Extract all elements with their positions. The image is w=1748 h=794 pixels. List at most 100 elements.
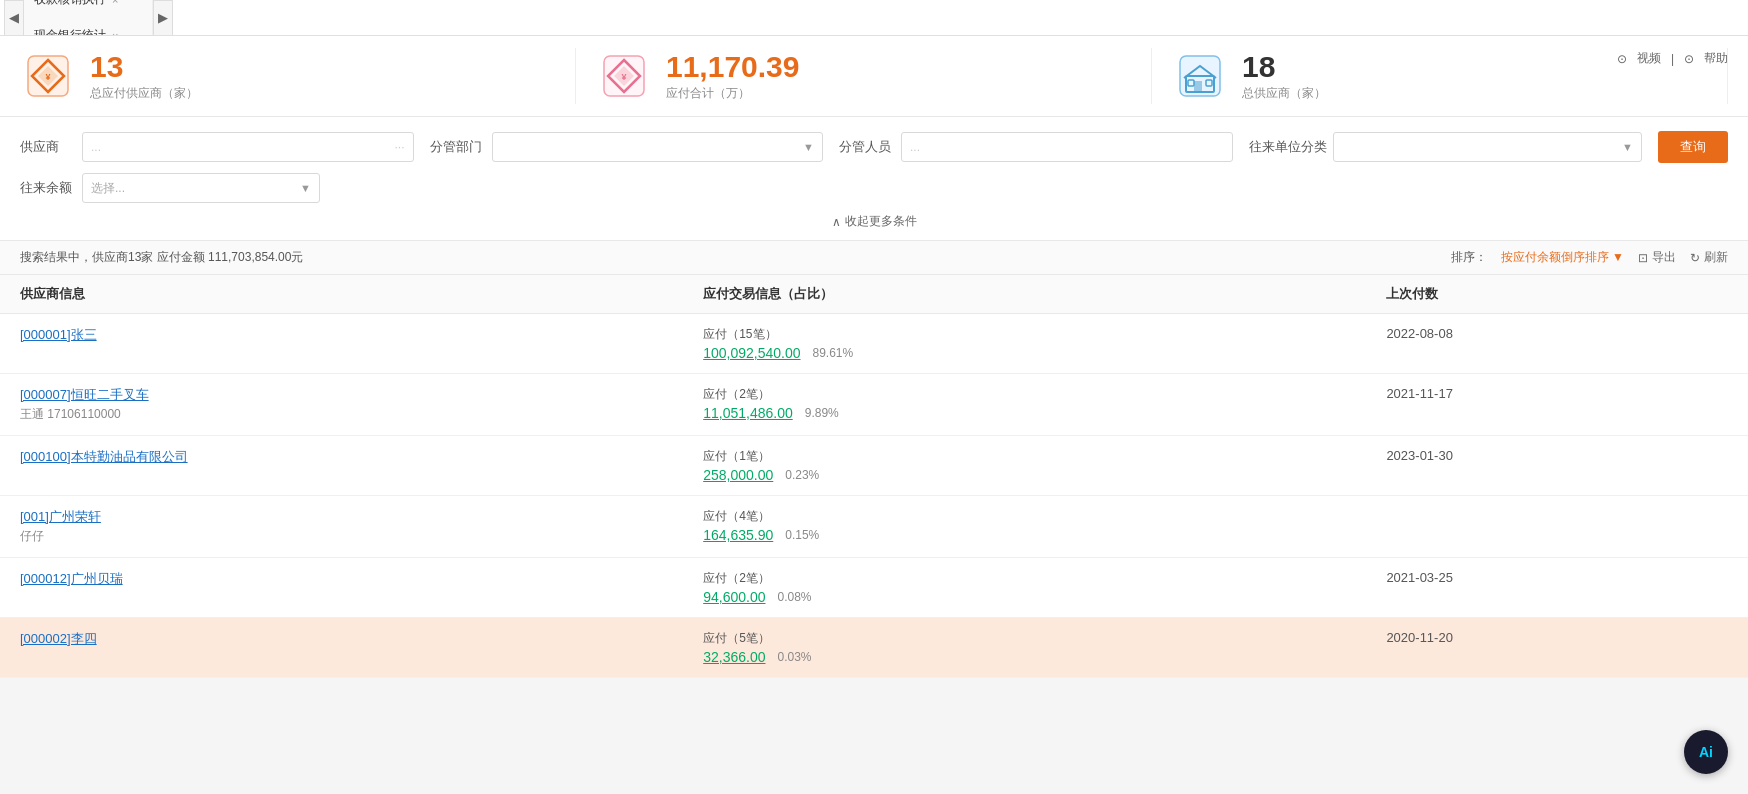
- balance-arrow-icon: ▼: [300, 182, 311, 194]
- video-icon: ⊙: [1617, 52, 1627, 66]
- stat-payable-amount-content: 11,170.39 应付合计（万）: [666, 50, 799, 102]
- txn-row-6: 32,366.00 0.03%: [703, 649, 1386, 665]
- supplier-label: 供应商: [20, 138, 76, 156]
- supplier-info-2: [000007]恒旺二手叉车王通 17106110000: [20, 386, 703, 423]
- txn-info-4: 应付（4笔） 164,635.90 0.15%: [703, 508, 1386, 543]
- txn-info-6: 应付（5笔） 32,366.00 0.03%: [703, 630, 1386, 665]
- diamond-pink-icon: ¥: [596, 48, 652, 104]
- sort-value[interactable]: 按应付余额倒序排序 ▼: [1501, 249, 1624, 266]
- col-supplier-info: 供应商信息: [20, 285, 703, 303]
- txn-row-1: 100,092,540.00 89.61%: [703, 345, 1386, 361]
- person-input[interactable]: ...: [901, 132, 1233, 162]
- sort-label: 排序：: [1451, 249, 1487, 266]
- export-icon: ⊡: [1638, 251, 1648, 265]
- collapse-up-icon: ∧: [832, 215, 841, 229]
- table-row-6: [000002]李四 应付（5笔） 32,366.00 0.03% 2020-1…: [0, 618, 1748, 678]
- txn-pct-1: 89.61%: [813, 346, 854, 360]
- supplier-info-1: [000001]张三: [20, 326, 703, 344]
- export-button[interactable]: ⊡ 导出: [1638, 249, 1676, 266]
- supplier-link-6[interactable]: [000002]李四: [20, 631, 97, 646]
- nav-tab-receipt-verify[interactable]: 收款核销执行 ×: [24, 0, 153, 18]
- nav-next-arrow[interactable]: ▶: [153, 0, 173, 36]
- table-container: 供应商信息 应付交易信息（占比） 上次付数 [000001]张三 应付（15笔）…: [0, 275, 1748, 678]
- nav-prev-arrow[interactable]: ◀: [4, 0, 24, 36]
- balance-select[interactable]: 选择... ▼: [82, 173, 320, 203]
- txn-amount-5[interactable]: 94,600.00: [703, 589, 765, 605]
- svg-text:¥: ¥: [621, 72, 626, 82]
- last-pay-1: 2022-08-08: [1386, 326, 1728, 341]
- export-label: 导出: [1652, 249, 1676, 266]
- supplier-info-6: [000002]李四: [20, 630, 703, 648]
- supplier-link-4[interactable]: [001]广州荣轩: [20, 509, 101, 524]
- supplier-more-icon: ···: [394, 140, 404, 154]
- person-label: 分管人员: [839, 138, 895, 156]
- stat-payable-amount: ¥ 11,170.39 应付合计（万）: [576, 48, 1152, 104]
- video-link[interactable]: 视频: [1637, 50, 1661, 67]
- filter-balance: 往来余额 选择... ▼: [20, 173, 320, 203]
- txn-amount-1[interactable]: 100,092,540.00: [703, 345, 800, 361]
- category-select[interactable]: ▼: [1333, 132, 1643, 162]
- txn-row-3: 258,000.00 0.23%: [703, 467, 1386, 483]
- person-placeholder: ...: [910, 140, 920, 154]
- table-body: [000001]张三 应付（15笔） 100,092,540.00 89.61%…: [0, 314, 1748, 678]
- txn-pct-4: 0.15%: [785, 528, 819, 542]
- txn-label-5: 应付（2笔）: [703, 570, 1386, 587]
- help-link[interactable]: 帮助: [1704, 50, 1728, 67]
- txn-info-5: 应付（2笔） 94,600.00 0.08%: [703, 570, 1386, 605]
- supplier-sub-4: 仔仔: [20, 528, 703, 545]
- stat-payable-suppliers-content: 13 总应付供应商（家）: [90, 50, 198, 102]
- last-pay-3: 2023-01-30: [1386, 448, 1728, 463]
- txn-amount-2[interactable]: 11,051,486.00: [703, 405, 793, 421]
- txn-amount-6[interactable]: 32,366.00: [703, 649, 765, 665]
- last-pay-6: 2020-11-20: [1386, 630, 1728, 645]
- divider: |: [1671, 52, 1674, 66]
- nav-tab-cash-bank-stat[interactable]: 现金银行统计×: [24, 18, 153, 37]
- txn-row-4: 164,635.90 0.15%: [703, 527, 1386, 543]
- refresh-label: 刷新: [1704, 249, 1728, 266]
- table-row-4: [001]广州荣轩仔仔 应付（4笔） 164,635.90 0.15%: [0, 496, 1748, 558]
- txn-info-2: 应付（2笔） 11,051,486.00 9.89%: [703, 386, 1386, 421]
- txn-amount-4[interactable]: 164,635.90: [703, 527, 773, 543]
- filter-category: 往来单位分类 ▼: [1249, 132, 1643, 162]
- stat-payable-suppliers-label: 总应付供应商（家）: [90, 85, 198, 102]
- top-right-links: ⊙ 视频 | ⊙ 帮助: [1617, 50, 1728, 67]
- txn-pct-2: 9.89%: [805, 406, 839, 420]
- nav-tabs: 首页×其他收入单×应收应付调整单×银行存取款单×预收冲应收单×收款核销执行×现金…: [24, 0, 153, 36]
- supplier-link-3[interactable]: [000100]本特勤油品有限公司: [20, 449, 188, 464]
- stat-payable-suppliers: ¥ 13 总应付供应商（家）: [20, 48, 576, 104]
- col-last-pay: 上次付数: [1386, 285, 1728, 303]
- table-row-3: [000100]本特勤油品有限公司 应付（1笔） 258,000.00 0.23…: [0, 436, 1748, 496]
- result-summary: 搜索结果中，供应商13家 应付金额 111,703,854.00元: [20, 249, 303, 266]
- filter-person: 分管人员 ...: [839, 132, 1233, 162]
- txn-pct-3: 0.23%: [785, 468, 819, 482]
- collapse-label: 收起更多条件: [845, 213, 917, 230]
- supplier-link-5[interactable]: [000012]广州贝瑞: [20, 571, 123, 586]
- balance-placeholder: 选择...: [91, 180, 125, 197]
- top-navigation: ◀ 首页×其他收入单×应收应付调整单×银行存取款单×预收冲应收单×收款核销执行×…: [0, 0, 1748, 36]
- nav-tab-close-receipt-verify[interactable]: ×: [112, 0, 118, 6]
- refresh-button[interactable]: ↻ 刷新: [1690, 249, 1728, 266]
- txn-row-5: 94,600.00 0.08%: [703, 589, 1386, 605]
- stat-payable-amount-label: 应付合计（万）: [666, 85, 799, 102]
- supplier-link-2[interactable]: [000007]恒旺二手叉车: [20, 387, 149, 402]
- collapse-button[interactable]: ∧ 收起更多条件: [832, 213, 917, 230]
- nav-tab-label: 收款核销执行: [34, 0, 106, 8]
- stats-bar: ¥ 13 总应付供应商（家） ¥ 11,170.39 应付合计（万）: [0, 36, 1748, 117]
- txn-label-6: 应付（5笔）: [703, 630, 1386, 647]
- supplier-sub-2: 王通 17106110000: [20, 406, 703, 423]
- stat-total-suppliers-number: 18: [1242, 50, 1326, 83]
- result-bar: 搜索结果中，供应商13家 应付金额 111,703,854.00元 排序： 按应…: [0, 241, 1748, 275]
- dept-select[interactable]: ▼: [492, 132, 824, 162]
- table-header: 供应商信息 应付交易信息（占比） 上次付数: [0, 275, 1748, 314]
- svg-text:¥: ¥: [45, 72, 50, 82]
- diamond-orange-icon: ¥: [20, 48, 76, 104]
- txn-amount-3[interactable]: 258,000.00: [703, 467, 773, 483]
- supplier-input[interactable]: ... ···: [82, 132, 414, 162]
- stat-payable-suppliers-number: 13: [90, 50, 198, 83]
- filter-row-1: 供应商 ... ··· 分管部门 ▼ 分管人员 ... 往来单位分类 ▼: [20, 131, 1728, 163]
- query-button[interactable]: 查询: [1658, 131, 1728, 163]
- supplier-link-1[interactable]: [000001]张三: [20, 327, 97, 342]
- nav-tab-label: 现金银行统计: [34, 27, 106, 36]
- txn-pct-5: 0.08%: [777, 590, 811, 604]
- supplier-info-3: [000100]本特勤油品有限公司: [20, 448, 703, 466]
